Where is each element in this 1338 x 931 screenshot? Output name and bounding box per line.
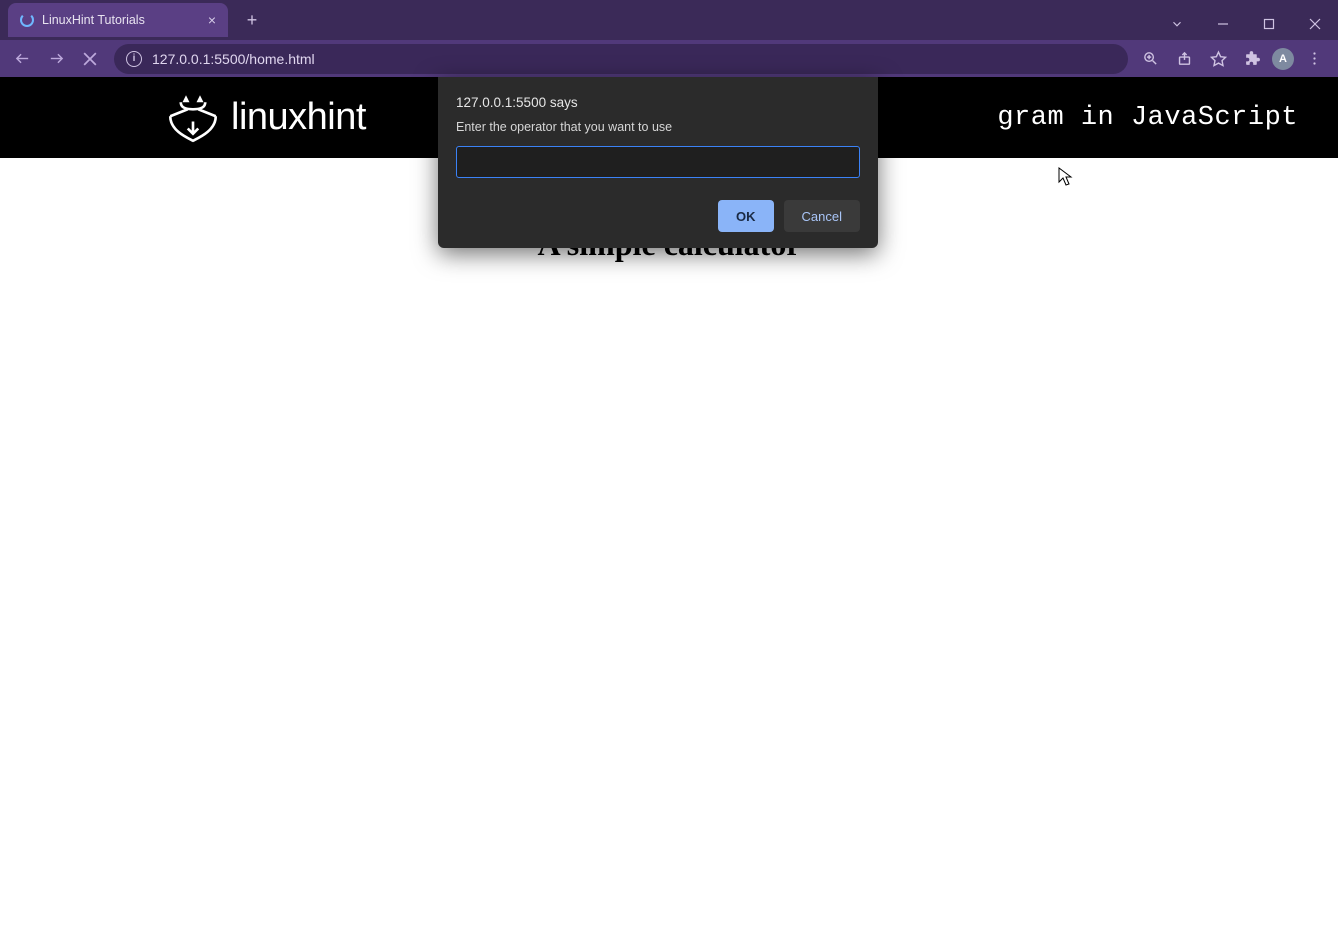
browser-toolbar: i 127.0.0.1:5500/home.html A [0,40,1338,77]
dialog-origin-text: 127.0.0.1:5500 says [456,95,860,110]
site-info-icon[interactable]: i [126,51,142,67]
extensions-icon[interactable] [1238,45,1266,73]
loading-spinner-icon [20,13,34,27]
stop-reload-button[interactable] [74,43,106,75]
toolbar-actions: A [1136,45,1332,73]
close-window-button[interactable] [1292,8,1338,40]
share-icon[interactable] [1170,45,1198,73]
url-text: 127.0.0.1:5500/home.html [152,51,315,67]
back-button[interactable] [6,43,38,75]
js-prompt-dialog: 127.0.0.1:5500 says Enter the operator t… [438,77,878,248]
linuxhint-logo-icon [165,90,221,146]
dialog-button-row: OK Cancel [456,200,860,232]
cancel-button[interactable]: Cancel [784,200,860,232]
window-controls [1154,8,1338,40]
zoom-icon[interactable] [1136,45,1164,73]
kebab-menu-icon[interactable] [1300,45,1328,73]
ok-button[interactable]: OK [718,200,774,232]
browser-titlebar: LinuxHint Tutorials × + [0,0,1338,40]
address-bar[interactable]: i 127.0.0.1:5500/home.html [114,44,1128,74]
close-tab-icon[interactable]: × [208,12,216,28]
new-tab-button[interactable]: + [238,6,266,34]
tab-title: LinuxHint Tutorials [42,13,145,27]
bookmark-star-icon[interactable] [1204,45,1232,73]
avatar-initial: A [1279,53,1287,65]
browser-tab[interactable]: LinuxHint Tutorials × [8,3,228,37]
maximize-window-button[interactable] [1246,8,1292,40]
banner-title-fragment: gram in JavaScript [997,103,1338,133]
forward-button[interactable] [40,43,72,75]
minimize-window-button[interactable] [1200,8,1246,40]
chevron-down-icon[interactable] [1154,8,1200,40]
site-logo[interactable]: linuxhint [165,90,366,146]
prompt-input[interactable] [456,146,860,178]
logo-text: linuxhint [231,96,366,139]
profile-avatar[interactable]: A [1272,48,1294,70]
tab-strip: LinuxHint Tutorials × + [0,0,266,40]
page-viewport: linuxhint gram in JavaScript A simple ca… [0,77,1338,931]
dialog-message: Enter the operator that you want to use [456,120,860,134]
